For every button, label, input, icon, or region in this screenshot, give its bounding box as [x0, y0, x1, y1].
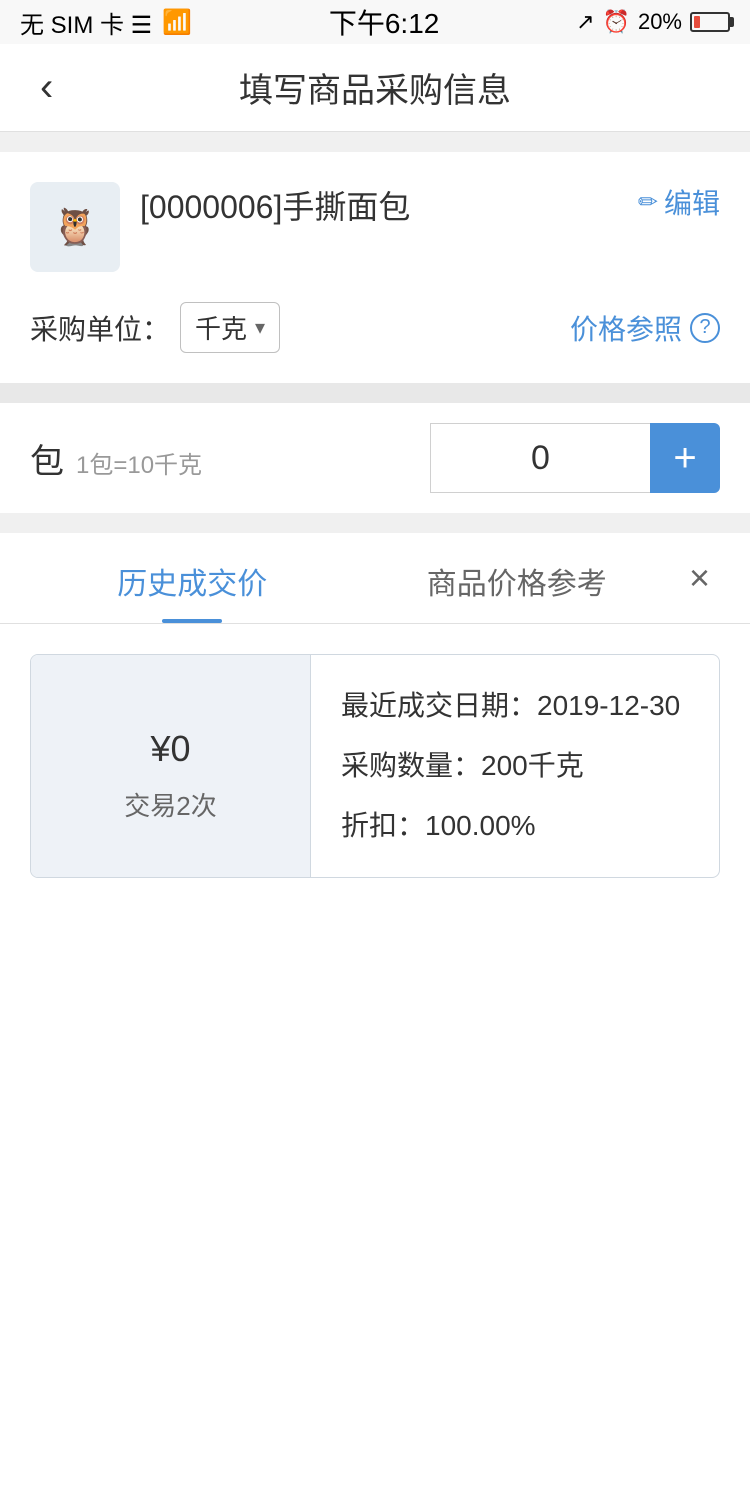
- quantity-row: 包 1包=10千克 0 +: [0, 403, 750, 513]
- quantity-value-detail: 200千克: [481, 750, 584, 781]
- price-right-panel: 最近成交日期：2019-12-30 采购数量：200千克 折扣：100.00%: [311, 655, 719, 877]
- tab1-label: 历史成交价: [117, 568, 267, 601]
- unit-label: 采购单位：: [30, 308, 170, 348]
- quantity-unit: 包: [30, 434, 64, 483]
- recent-date-value: 2019-12-30: [537, 690, 680, 721]
- currency-symbol: ¥: [150, 728, 170, 769]
- bottom-space: [0, 908, 750, 1508]
- product-thumbnail: 🦉: [30, 182, 120, 272]
- product-unit-row: 采购单位： 千克 ▾ 价格参照 ?: [30, 302, 720, 353]
- price-reference-button[interactable]: 价格参照 ?: [570, 308, 720, 348]
- time-display: 下午6:12: [329, 2, 440, 42]
- help-icon: ?: [690, 313, 720, 343]
- back-button[interactable]: ‹: [30, 55, 63, 120]
- product-name-wrap: [0000006]手撕面包: [140, 182, 410, 228]
- edit-button[interactable]: ✏ 编辑: [638, 182, 720, 222]
- battery-icon: [690, 12, 730, 32]
- status-right: ↗ ⏰ 20%: [576, 9, 730, 35]
- quantity-hint: 1包=10千克: [76, 445, 202, 480]
- price-left-panel: ¥0 交易2次: [31, 655, 311, 877]
- price-content: ¥0 交易2次 最近成交日期：2019-12-30 采购数量：200千克 折扣：…: [0, 624, 750, 908]
- alarm-icon: ⏰: [603, 9, 630, 35]
- price-trades: 交易2次: [124, 786, 216, 823]
- product-title: 手撕面包: [282, 189, 410, 225]
- price-ref-label: 价格参照: [570, 308, 682, 348]
- unit-value: 千克: [195, 309, 247, 346]
- recent-date-label: 最近成交日期：: [341, 690, 537, 721]
- discount-label: 折扣：: [341, 810, 425, 841]
- quantity-value: 0: [531, 439, 550, 478]
- product-left: 🦉 [0000006]手撕面包: [30, 182, 410, 272]
- recent-date-row: 最近成交日期：2019-12-30: [341, 685, 689, 727]
- price-amount: ¥0: [150, 709, 190, 774]
- tab2-label: 商品价格参考: [427, 568, 607, 601]
- status-left: 无 SIM 卡 ☰ 📶: [20, 5, 192, 40]
- carrier-text: 无 SIM 卡 ☰: [20, 5, 152, 40]
- quantity-input-wrap: 0 +: [430, 423, 720, 493]
- page-title: 填写商品采购信息: [239, 63, 511, 112]
- product-code: [0000006]: [140, 189, 282, 225]
- price-card: ¥0 交易2次 最近成交日期：2019-12-30 采购数量：200千克 折扣：…: [30, 654, 720, 878]
- owl-icon: 🦉: [53, 206, 98, 248]
- location-icon: ↗: [576, 9, 594, 35]
- quantity-label: 采购数量：: [341, 750, 481, 781]
- divider: [0, 383, 750, 403]
- dropdown-arrow-icon: ▾: [255, 315, 265, 340]
- edit-label: 编辑: [664, 182, 720, 222]
- edit-icon: ✏: [638, 188, 658, 217]
- unit-left: 采购单位： 千克 ▾: [30, 302, 280, 353]
- product-header: 🦉 [0000006]手撕面包 ✏ 编辑: [30, 182, 720, 272]
- plus-icon: +: [673, 436, 696, 481]
- tab-section: 历史成交价 商品价格参考 × ¥0 交易2次 最近成交日期：2019-12-30…: [0, 533, 750, 908]
- quantity-label-wrap: 包 1包=10千克: [30, 434, 202, 483]
- discount-row: 折扣：100.00%: [341, 805, 689, 847]
- product-card: 🦉 [0000006]手撕面包 ✏ 编辑 采购单位： 千克 ▾ 价格参照 ?: [0, 152, 750, 383]
- purchase-qty-row: 采购数量：200千克: [341, 745, 689, 787]
- amount-value: 0: [171, 728, 191, 769]
- nav-bar: ‹ 填写商品采购信息: [0, 44, 750, 132]
- tab-product-price-ref[interactable]: 商品价格参考: [354, 533, 678, 623]
- tab-history-price[interactable]: 历史成交价: [30, 533, 354, 623]
- quantity-plus-button[interactable]: +: [650, 423, 720, 493]
- battery-percent: 20%: [638, 9, 682, 35]
- quantity-input[interactable]: 0: [430, 423, 650, 493]
- wifi-icon: 📶: [162, 8, 192, 37]
- discount-value: 100.00%: [425, 810, 536, 841]
- status-bar: 无 SIM 卡 ☰ 📶 下午6:12 ↗ ⏰ 20%: [0, 0, 750, 44]
- tab-close-button[interactable]: ×: [679, 547, 720, 609]
- tab-header: 历史成交价 商品价格参考 ×: [0, 533, 750, 624]
- unit-select[interactable]: 千克 ▾: [180, 302, 280, 353]
- product-name: [0000006]手撕面包: [140, 184, 410, 225]
